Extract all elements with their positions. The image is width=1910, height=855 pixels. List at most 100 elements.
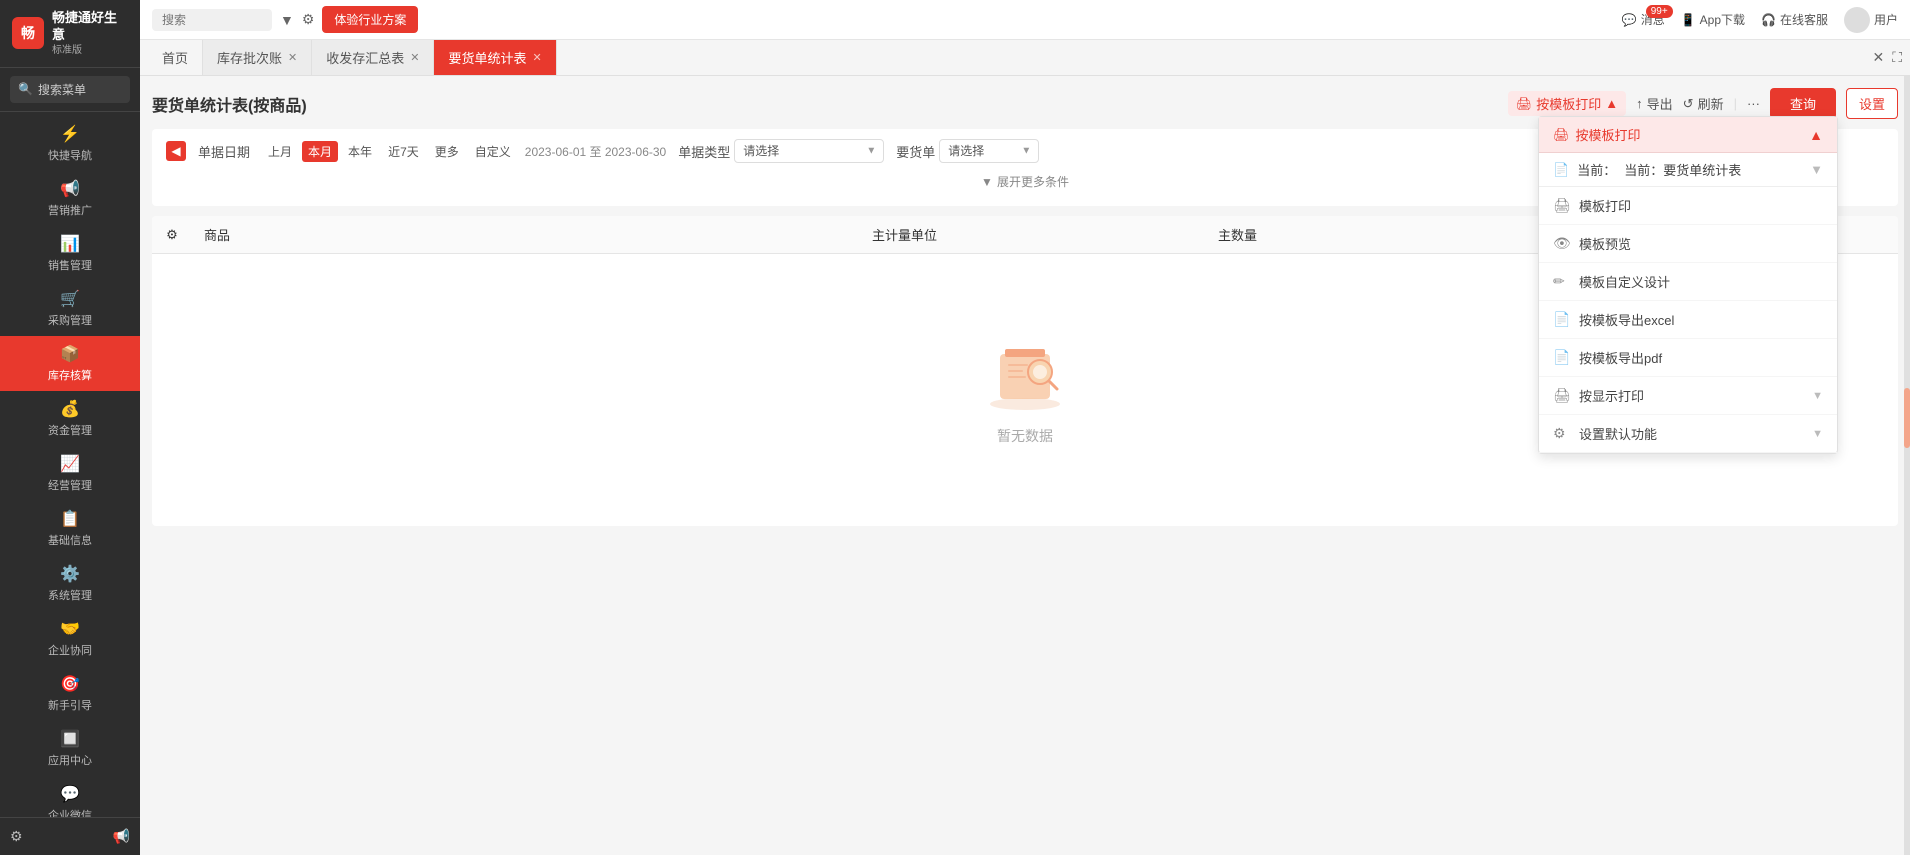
date-this-month-btn[interactable]: 本月 (302, 141, 338, 162)
sidebar-item-inventory[interactable]: 📦 库存核算 (0, 336, 140, 391)
settings-button[interactable]: 设置 (1846, 88, 1898, 119)
refresh-label: 刷新 (1698, 94, 1724, 113)
basic-icon: 📋 (60, 509, 80, 529)
sidebar-item-sales[interactable]: 📊 销售管理 (0, 226, 140, 281)
sidebar-item-label: 应用中心 (48, 752, 92, 768)
appstore-icon: 🔲 (60, 729, 80, 749)
tab-order-stats[interactable]: 要货单统计表 ✕ (434, 40, 556, 75)
sidebar-item-appstore[interactable]: 🔲 应用中心 (0, 721, 140, 776)
app-version: 标准版 (52, 44, 128, 57)
template-design-item[interactable]: ✏ 模板自定义设计 (1539, 263, 1837, 301)
topbar-gear-button[interactable]: ⚙ (302, 11, 315, 28)
download-icon: 📱 (1681, 13, 1696, 27)
template-print-icon: 🖨 (1553, 197, 1569, 214)
page-content: 要货单统计表(按商品) 🖨 按模板打印 ▲ ↑ 导出 ↺ 刷新 | ··· (140, 76, 1910, 855)
user-avatar (1844, 7, 1870, 33)
tab-home[interactable]: 首页 (148, 40, 203, 75)
sidebar-item-system[interactable]: ⚙️ 系统管理 (0, 556, 140, 611)
goods-filter: 要货单 请选择 ▼ (896, 139, 1039, 163)
expand-label: 展开更多条件 (997, 173, 1069, 190)
col-settings: ⚙ (152, 227, 192, 243)
search-menu-label: 搜索菜单 (38, 81, 86, 98)
sidebar-item-guide[interactable]: 🎯 新手引导 (0, 666, 140, 721)
template-preview-item[interactable]: 👁 模板预览 (1539, 225, 1837, 263)
right-scrollbar[interactable] (1904, 76, 1910, 855)
app-download-item[interactable]: 📱 App下载 (1681, 11, 1745, 28)
sidebar-item-marketing[interactable]: 📢 营销推广 (0, 171, 140, 226)
sidebar-item-label: 资金管理 (48, 422, 92, 438)
print-dropdown-header: 🖨 按模板打印 ▲ (1539, 117, 1837, 153)
online-service-item[interactable]: 🎧 在线客服 (1761, 11, 1828, 28)
tab-batch-accounts[interactable]: 库存批次账 ✕ (203, 40, 312, 75)
expand-conditions-button[interactable]: ▼ 展开更多条件 (981, 173, 1069, 190)
topbar-dropdown-button[interactable]: ▼ (280, 12, 294, 28)
page-header: 要货单统计表(按商品) 🖨 按模板打印 ▲ ↑ 导出 ↺ 刷新 | ··· (152, 88, 1898, 119)
export-button[interactable]: ↑ 导出 (1636, 94, 1673, 113)
date-7days-btn[interactable]: 近7天 (382, 141, 425, 162)
sidebar-item-label: 采购管理 (48, 312, 92, 328)
order-type-select[interactable]: 请选择 (734, 139, 884, 163)
app-download-label: App下载 (1700, 11, 1745, 28)
search-menu-button[interactable]: 🔍 搜索菜单 (10, 76, 130, 103)
settings-col-icon[interactable]: ⚙ (166, 227, 178, 243)
message-icon: 💬 (1622, 13, 1637, 27)
goods-select[interactable]: 请选择 (939, 139, 1039, 163)
messages-item[interactable]: 💬 消息 99+ (1622, 11, 1665, 28)
sidebar-search-area: 🔍 搜索菜单 (0, 68, 140, 112)
template-print-label: 模板打印 (1579, 196, 1631, 215)
sidebar-item-purchase[interactable]: 🛒 采购管理 (0, 281, 140, 336)
industry-plan-button[interactable]: 体验行业方案 (322, 6, 418, 33)
tab-close-order[interactable]: ✕ (533, 51, 542, 64)
default-func-item[interactable]: ⚙ 设置默认功能 ▼ (1539, 415, 1837, 453)
more-button[interactable]: ··· (1747, 96, 1760, 111)
current-template-label: 当前： (1577, 160, 1616, 179)
print-dropdown-close-button[interactable]: ▲ (1809, 127, 1823, 143)
topbar-search-input[interactable] (152, 9, 272, 31)
sidebar-item-operation[interactable]: 📈 经营管理 (0, 446, 140, 501)
sidebar-footer: ⚙ 📢 (0, 817, 140, 855)
user-avatar-item[interactable]: 用户 (1844, 7, 1898, 33)
date-last-month-btn[interactable]: 上月 (262, 141, 298, 162)
tab-receipt-summary[interactable]: 收发存汇总表 ✕ (312, 40, 434, 75)
online-service-label: 在线客服 (1780, 11, 1828, 28)
tab-close-receipt[interactable]: ✕ (410, 51, 419, 64)
print-dropdown-icon: 🖨 (1553, 127, 1570, 143)
sidebar-item-label: 基础信息 (48, 532, 92, 548)
sidebar-item-wechat[interactable]: 💬 企业微信 (0, 776, 140, 817)
display-print-icon: 🖨 (1553, 387, 1569, 404)
dropdown-items-section: 🖨 模板打印 👁 模板预览 ✏ 模板自定义设计 📄 (1539, 186, 1837, 377)
sidebar-item-label: 快捷导航 (48, 147, 92, 163)
query-button[interactable]: 查询 (1770, 88, 1836, 119)
sidebar-settings-button[interactable]: ⚙ (10, 828, 23, 845)
current-arrow-icon: ▼ (1810, 162, 1823, 177)
more-icon: ··· (1747, 96, 1760, 111)
display-print-item[interactable]: 🖨 按显示打印 ▼ (1539, 377, 1837, 415)
template-excel-label: 按模板导出excel (1579, 310, 1674, 329)
tab-close-batch[interactable]: ✕ (288, 51, 297, 64)
current-template-item[interactable]: 📄 当前： 当前：要货单统计表 ▼ (1539, 153, 1837, 186)
sidebar-item-collab[interactable]: 🤝 企业协同 (0, 611, 140, 666)
print-template-button[interactable]: 🖨 按模板打印 ▲ (1508, 91, 1626, 116)
app-name: 畅捷通好生意 (52, 10, 128, 44)
sidebar-speaker-button[interactable]: 📢 (113, 828, 130, 845)
collapse-filter-button[interactable]: ◀ (166, 141, 186, 161)
date-this-year-btn[interactable]: 本年 (342, 141, 378, 162)
date-custom-btn[interactable]: 自定义 (469, 141, 517, 162)
page-actions: 🖨 按模板打印 ▲ ↑ 导出 ↺ 刷新 | ··· 查询 设置 (1508, 88, 1898, 119)
chevron-up-icon: ▲ (1605, 96, 1618, 111)
template-print-item[interactable]: 🖨 模板打印 (1539, 187, 1837, 225)
close-window-button[interactable]: ✕ (1872, 49, 1884, 66)
template-excel-item[interactable]: 📄 按模板导出excel (1539, 301, 1837, 339)
date-more-btn[interactable]: 更多 (429, 141, 465, 162)
sidebar-item-label: 经营管理 (48, 477, 92, 493)
sidebar-item-finance[interactable]: 💰 资金管理 (0, 391, 140, 446)
tab-label: 要货单统计表 (448, 48, 526, 67)
sidebar-item-label: 企业微信 (48, 807, 92, 817)
maximize-window-button[interactable]: ⛶ (1892, 49, 1902, 66)
sidebar-item-basic[interactable]: 📋 基础信息 (0, 501, 140, 556)
sales-icon: 📊 (60, 234, 80, 254)
template-pdf-item[interactable]: 📄 按模板导出pdf (1539, 339, 1837, 377)
current-template-name: 当前：要货单统计表 (1624, 160, 1741, 179)
refresh-button[interactable]: ↺ 刷新 (1683, 94, 1724, 113)
sidebar-item-quick-nav[interactable]: ⚡ 快捷导航 (0, 116, 140, 171)
